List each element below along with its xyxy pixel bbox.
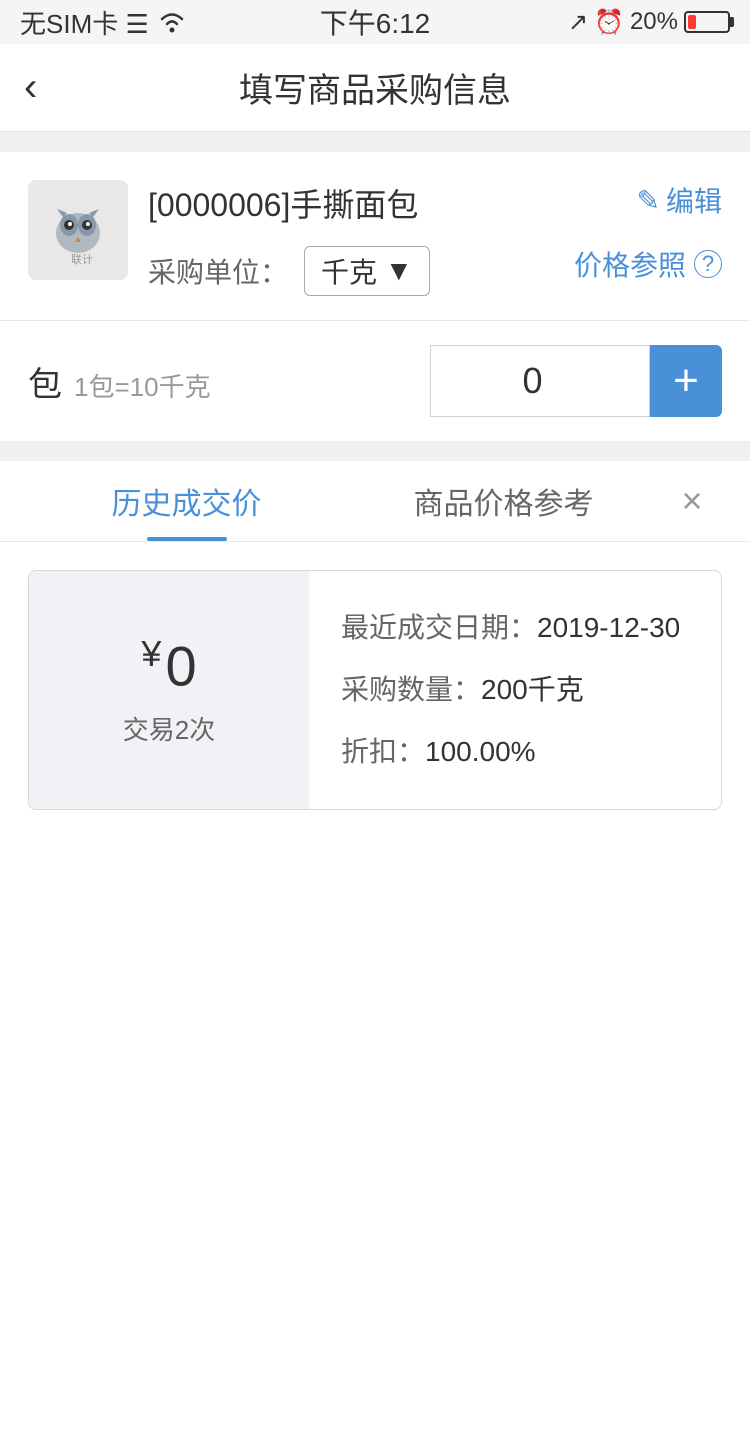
battery-icon [684, 11, 730, 33]
product-card: 联计 [0000006]手撕面包 采购单位： 千克 ▼ ✎ 编辑 [0, 152, 750, 320]
status-bar: 无SIM卡 ☰ 下午6:12 ↗ ⏰ 20% [0, 0, 750, 44]
bottom-area [0, 838, 750, 1438]
purchase-qty-line: 采购数量：200千克 [341, 669, 689, 711]
price-display: ¥0 [141, 633, 196, 699]
product-right: ✎ 编辑 价格参照 ? [574, 180, 722, 284]
page-title: 填写商品采购信息 [239, 63, 511, 112]
purchase-unit-row: 采购单位： 千克 ▼ [148, 246, 430, 296]
unit-value: 千克 [321, 251, 377, 291]
quantity-row: 包 1包=10千克 + [0, 320, 750, 441]
price-number: 0 [165, 634, 196, 697]
currency-symbol: ¥ [141, 633, 161, 674]
carrier-text: 无SIM卡 ☰ [20, 4, 149, 41]
quantity-input[interactable] [430, 345, 650, 417]
tab-history[interactable]: 历史成交价 [28, 461, 345, 541]
alarm-icon: ⏰ [594, 8, 624, 37]
recent-date-line: 最近成交日期：2019-12-30 [341, 607, 689, 649]
edit-label: 编辑 [666, 180, 722, 220]
recent-date-label: 最近成交日期： [341, 612, 537, 643]
trade-count: 交易2次 [123, 710, 215, 747]
nav-bar: ‹ 填写商品采购信息 [0, 44, 750, 132]
svg-text:联计: 联计 [71, 253, 93, 265]
price-ref-label: 价格参照 [574, 244, 686, 284]
discount-label: 折扣： [341, 736, 425, 767]
status-time: 下午6:12 [320, 2, 431, 42]
price-card-right: 最近成交日期：2019-12-30 采购数量：200千克 折扣：100.00% [309, 571, 721, 809]
location-icon: ↗ [568, 8, 588, 37]
tab-reference[interactable]: 商品价格参考 [345, 461, 662, 541]
product-image: 联计 [28, 180, 128, 280]
price-card-left: ¥0 交易2次 [29, 571, 309, 809]
purchase-qty-label: 采购数量： [341, 674, 481, 705]
edit-button[interactable]: ✎ 编辑 [637, 180, 722, 220]
wifi-icon [157, 11, 187, 33]
help-icon: ? [694, 250, 722, 278]
quantity-plus-button[interactable]: + [650, 345, 722, 417]
quantity-unit: 包 [28, 357, 62, 406]
battery-percent: 20% [630, 8, 678, 36]
recent-date-value: 2019-12-30 [537, 612, 680, 643]
tab-close-button[interactable]: × [662, 471, 722, 531]
edit-icon: ✎ [637, 184, 660, 217]
tab-reference-label: 商品价格参考 [414, 479, 594, 523]
product-logo: 联计 [43, 195, 113, 265]
tab-header: 历史成交价 商品价格参考 × [0, 461, 750, 542]
price-card-area: ¥0 交易2次 最近成交日期：2019-12-30 采购数量：200千克 折扣：… [0, 542, 750, 838]
product-info: [0000006]手撕面包 采购单位： 千克 ▼ [148, 180, 430, 296]
status-right: ↗ ⏰ 20% [568, 8, 730, 37]
status-left: 无SIM卡 ☰ [20, 4, 187, 41]
product-name: [0000006]手撕面包 [148, 180, 430, 226]
product-left: 联计 [0000006]手撕面包 采购单位： 千克 ▼ [28, 180, 430, 296]
quantity-control: + [430, 345, 722, 417]
price-ref-button[interactable]: 价格参照 ? [574, 244, 722, 284]
purchase-qty-value: 200千克 [481, 674, 584, 705]
quantity-conversion: 1包=10千克 [74, 367, 211, 404]
close-icon: × [681, 480, 702, 522]
dropdown-arrow-icon: ▼ [385, 255, 413, 287]
unit-label: 采购单位： [148, 251, 288, 291]
unit-select[interactable]: 千克 ▼ [304, 246, 430, 296]
discount-value: 100.00% [425, 736, 536, 767]
discount-line: 折扣：100.00% [341, 731, 689, 773]
tab-area: 历史成交价 商品价格参考 × ¥0 交易2次 最近成交日期：2019-12-30… [0, 461, 750, 838]
quantity-label-area: 包 1包=10千克 [28, 357, 211, 406]
back-button[interactable]: ‹ [24, 65, 37, 110]
tab-history-label: 历史成交价 [112, 479, 262, 523]
price-card: ¥0 交易2次 最近成交日期：2019-12-30 采购数量：200千克 折扣：… [28, 570, 722, 810]
product-header: 联计 [0000006]手撕面包 采购单位： 千克 ▼ ✎ 编辑 [28, 180, 722, 296]
